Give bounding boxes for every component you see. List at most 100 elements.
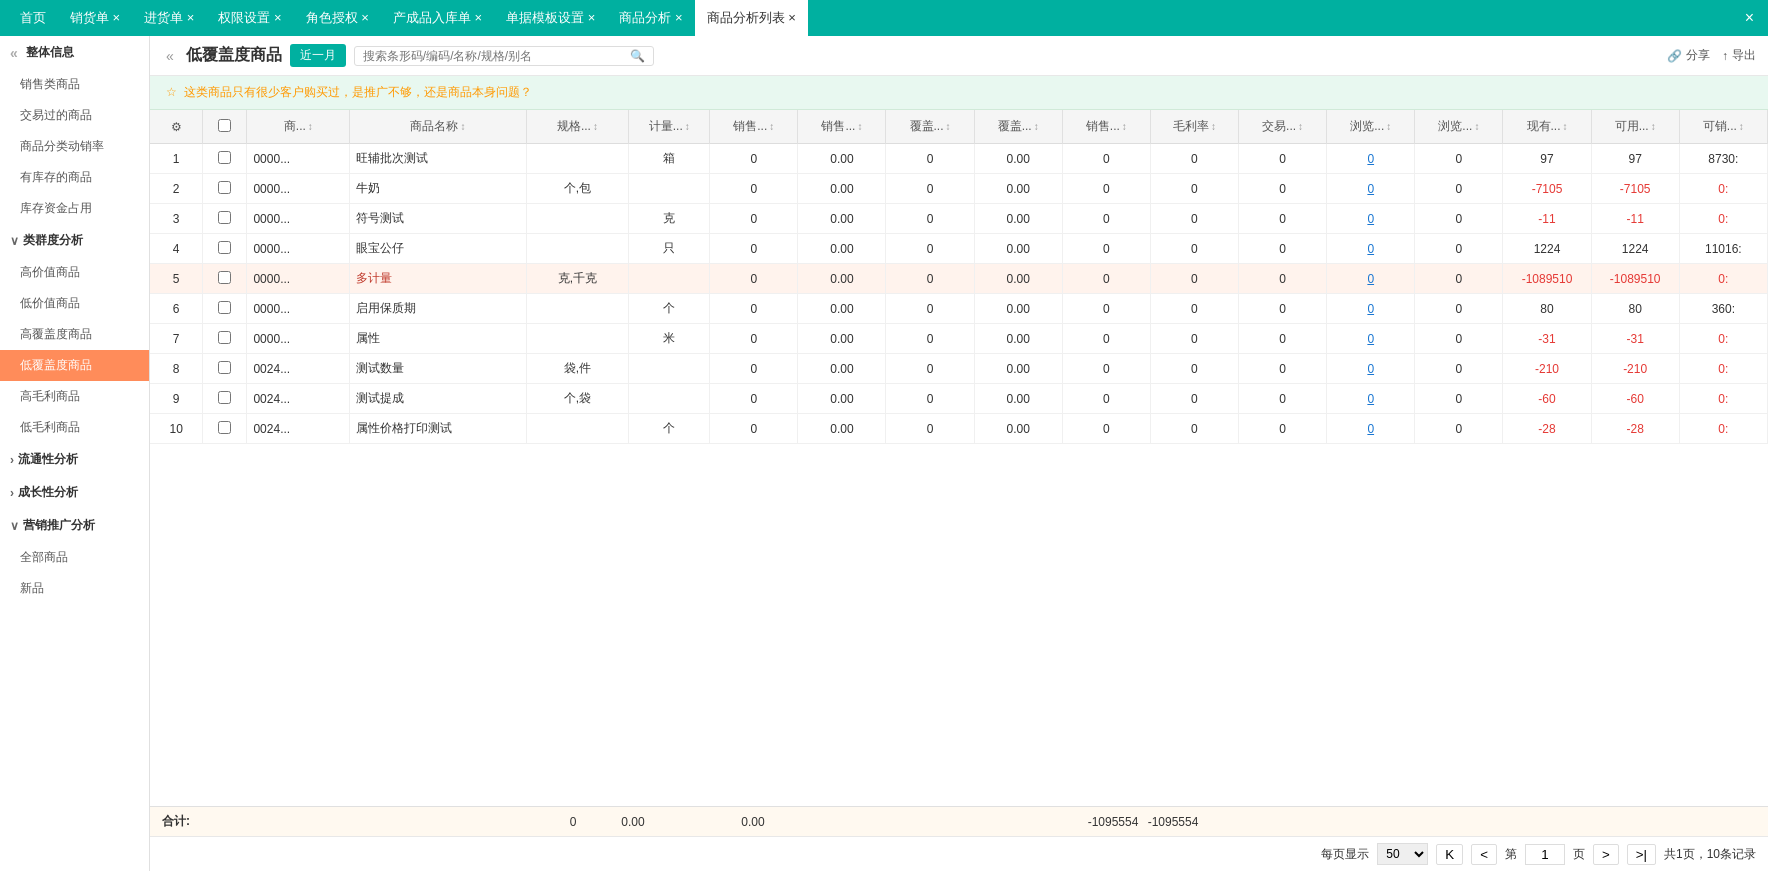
nav-sales[interactable]: 销货单 ×	[58, 0, 132, 36]
per-page-select[interactable]: 102050100	[1377, 843, 1428, 865]
sidebar-item-high-coverage[interactable]: 高覆盖度商品	[0, 319, 149, 350]
row-checkbox[interactable]	[203, 384, 247, 414]
data-table-container[interactable]: ⚙ 商...↕ 商品名称↕ 规格...↕ 计量...↕ 销售...↕ 销售...…	[150, 110, 1768, 806]
nav-home[interactable]: 首页	[8, 0, 58, 36]
spec-column-header[interactable]: 规格...↕	[526, 110, 629, 144]
collapse-sidebar-icon[interactable]: «	[10, 45, 18, 61]
sidebar-item-low-value[interactable]: 低价值商品	[0, 288, 149, 319]
browse1-link[interactable]: 0	[1367, 152, 1374, 166]
nav-product-analysis-list[interactable]: 商品分析列表 ×	[695, 0, 808, 36]
first-page-button[interactable]: K	[1436, 844, 1463, 865]
sale-column-header[interactable]: 可销...↕	[1679, 110, 1767, 144]
sidebar-section-overall[interactable]: « 整体信息	[0, 36, 149, 69]
row-name[interactable]: 符号测试	[350, 204, 526, 234]
row-select-checkbox[interactable]	[218, 421, 231, 434]
row-b1[interactable]: 0	[1327, 234, 1415, 264]
browse1-column-header[interactable]: 浏览...↕	[1327, 110, 1415, 144]
nav-products-in[interactable]: 产成品入库单 ×	[381, 0, 494, 36]
last-page-button[interactable]: >|	[1627, 844, 1656, 865]
row-name[interactable]: 测试提成	[350, 384, 526, 414]
current-page-input[interactable]	[1525, 844, 1565, 865]
sidebar-collapse-button[interactable]: «	[162, 46, 178, 66]
row-name[interactable]: 牛奶	[350, 174, 526, 204]
row-b1[interactable]: 0	[1327, 294, 1415, 324]
row-name[interactable]: 眼宝公仔	[350, 234, 526, 264]
browse1-link[interactable]: 0	[1367, 332, 1374, 346]
unit-column-header[interactable]: 计量...↕	[629, 110, 710, 144]
browse1-link[interactable]: 0	[1367, 362, 1374, 376]
row-checkbox[interactable]	[203, 294, 247, 324]
sidebar-item-sales-products[interactable]: 销售类商品	[0, 69, 149, 100]
browse1-link[interactable]: 0	[1367, 272, 1374, 286]
row-select-checkbox[interactable]	[218, 151, 231, 164]
search-input[interactable]	[363, 49, 630, 63]
row-name[interactable]: 启用保质期	[350, 294, 526, 324]
gross-column-header[interactable]: 毛利率↕	[1150, 110, 1238, 144]
row-select-checkbox[interactable]	[218, 241, 231, 254]
sidebar-section-marketing[interactable]: ∨ 营销推广分析	[0, 509, 149, 542]
row-checkbox[interactable]	[203, 174, 247, 204]
row-select-checkbox[interactable]	[218, 391, 231, 404]
browse2-column-header[interactable]: 浏览...↕	[1415, 110, 1503, 144]
browse1-link[interactable]: 0	[1367, 182, 1374, 196]
name-column-header[interactable]: 商品名称↕	[350, 110, 526, 144]
row-name[interactable]: 旺辅批次测试	[350, 144, 526, 174]
browse1-link[interactable]: 0	[1367, 242, 1374, 256]
export-button[interactable]: ↑ 导出	[1722, 47, 1756, 64]
row-select-checkbox[interactable]	[218, 301, 231, 314]
sidebar-item-stocked-products[interactable]: 有库存的商品	[0, 162, 149, 193]
browse1-link[interactable]: 0	[1367, 212, 1374, 226]
row-name[interactable]: 测试数量	[350, 354, 526, 384]
sidebar-item-all-products[interactable]: 全部商品	[0, 542, 149, 573]
next-page-button[interactable]: >	[1593, 844, 1619, 865]
row-b1[interactable]: 0	[1327, 204, 1415, 234]
row-select-checkbox[interactable]	[218, 331, 231, 344]
sidebar-item-inventory-fund[interactable]: 库存资金占用	[0, 193, 149, 224]
row-b1[interactable]: 0	[1327, 144, 1415, 174]
row-checkbox[interactable]	[203, 144, 247, 174]
trade-column-header[interactable]: 交易...↕	[1239, 110, 1327, 144]
sidebar-item-low-margin[interactable]: 低毛利商品	[0, 412, 149, 443]
row-select-checkbox[interactable]	[218, 181, 231, 194]
row-checkbox[interactable]	[203, 414, 247, 444]
sidebar-item-traded-products[interactable]: 交易过的商品	[0, 100, 149, 131]
time-filter-button[interactable]: 近一月	[290, 44, 346, 67]
sidebar-item-high-value[interactable]: 高价值商品	[0, 257, 149, 288]
row-b1[interactable]: 0	[1327, 264, 1415, 294]
share-button[interactable]: 🔗 分享	[1667, 47, 1710, 64]
nav-product-analysis[interactable]: 商品分析 ×	[607, 0, 694, 36]
cover1-column-header[interactable]: 覆盖...↕	[886, 110, 974, 144]
row-checkbox[interactable]	[203, 324, 247, 354]
nav-roles[interactable]: 角色授权 ×	[294, 0, 381, 36]
row-checkbox[interactable]	[203, 354, 247, 384]
sidebar-item-category-rate[interactable]: 商品分类动销率	[0, 131, 149, 162]
row-checkbox[interactable]	[203, 264, 247, 294]
sidebar-item-new-products[interactable]: 新品	[0, 573, 149, 604]
sales1-column-header[interactable]: 销售...↕	[710, 110, 798, 144]
cur-column-header[interactable]: 现有...↕	[1503, 110, 1591, 144]
row-b1[interactable]: 0	[1327, 324, 1415, 354]
sidebar-item-high-margin[interactable]: 高毛利商品	[0, 381, 149, 412]
row-select-checkbox[interactable]	[218, 211, 231, 224]
settings-icon[interactable]: ⚙	[171, 120, 182, 134]
nav-purchase[interactable]: 进货单 ×	[132, 0, 206, 36]
sales3-column-header[interactable]: 销售...↕	[1062, 110, 1150, 144]
browse1-link[interactable]: 0	[1367, 392, 1374, 406]
row-select-checkbox[interactable]	[218, 271, 231, 284]
browse1-link[interactable]: 0	[1367, 302, 1374, 316]
row-b1[interactable]: 0	[1327, 384, 1415, 414]
settings-column-header[interactable]: ⚙	[150, 110, 203, 144]
sidebar-section-group-analysis[interactable]: ∨ 类群度分析	[0, 224, 149, 257]
cover2-column-header[interactable]: 覆盖...↕	[974, 110, 1062, 144]
row-select-checkbox[interactable]	[218, 361, 231, 374]
prev-page-button[interactable]: <	[1471, 844, 1497, 865]
row-name[interactable]: 多计量	[350, 264, 526, 294]
nav-template-settings[interactable]: 单据模板设置 ×	[494, 0, 607, 36]
window-close-button[interactable]: ×	[1739, 9, 1760, 27]
browse1-link[interactable]: 0	[1367, 422, 1374, 436]
sidebar-item-low-coverage[interactable]: 低覆盖度商品	[0, 350, 149, 381]
row-b1[interactable]: 0	[1327, 354, 1415, 384]
select-all-checkbox[interactable]	[218, 119, 231, 132]
sidebar-section-circulation[interactable]: › 流通性分析	[0, 443, 149, 476]
row-b1[interactable]: 0	[1327, 174, 1415, 204]
